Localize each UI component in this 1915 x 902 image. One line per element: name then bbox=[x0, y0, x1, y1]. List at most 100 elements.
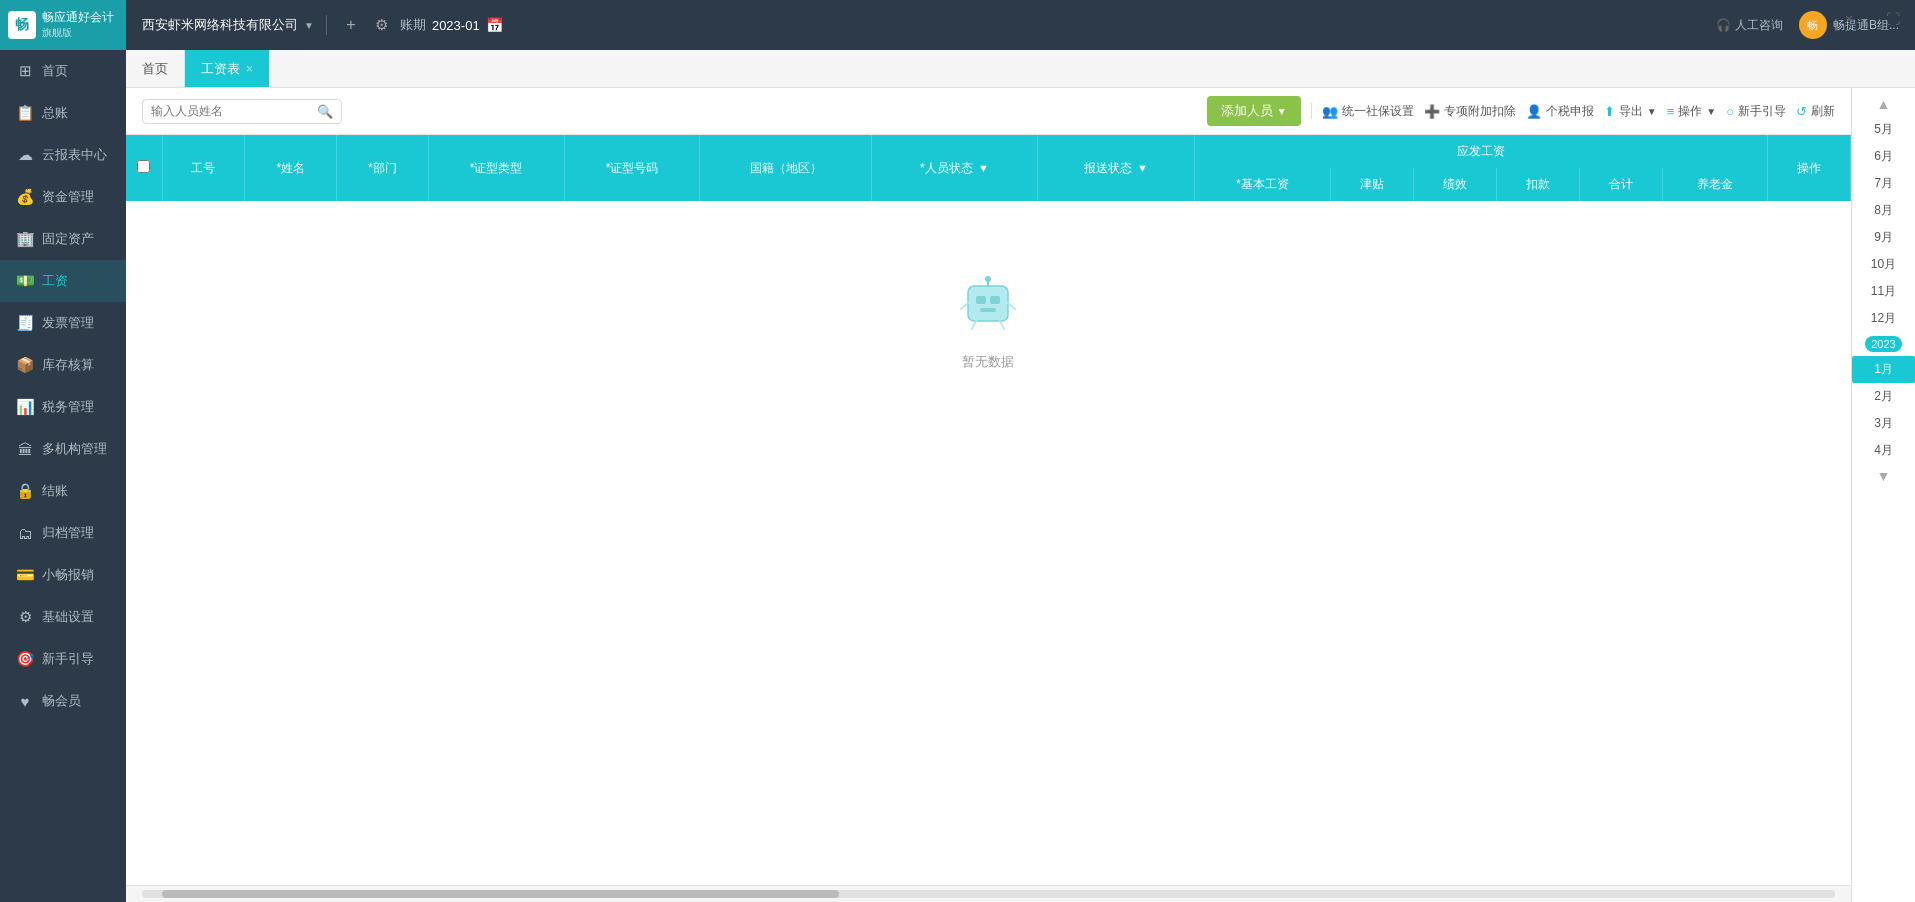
tab-salary-table[interactable]: 工资表× bbox=[185, 50, 270, 87]
sidebar-item-member[interactable]: ♥畅会员 bbox=[0, 680, 126, 722]
empty-text: 暂无数据 bbox=[962, 353, 1014, 371]
scrollbar-thumb[interactable] bbox=[162, 890, 839, 898]
export-action[interactable]: ⬆ 导出 ▼ bbox=[1604, 103, 1657, 120]
tax-icon: 📊 bbox=[16, 398, 34, 416]
sidebar-item-multi-org[interactable]: 🏛多机构管理 bbox=[0, 428, 126, 470]
sidebar-item-label-tax: 税务管理 bbox=[42, 398, 94, 416]
content-with-panel: 🔍 添加人员 ▼ 👥 统一社保设置 ➕ bbox=[126, 88, 1915, 902]
sidebar-item-salary[interactable]: 💵工资 bbox=[0, 260, 126, 302]
sidebar-item-tax[interactable]: 📊 税务管理 bbox=[0, 386, 126, 428]
month-item-6[interactable]: 6月 bbox=[1852, 143, 1915, 170]
sidebar-item-invoice[interactable]: 🧾发票管理 bbox=[0, 302, 126, 344]
month-up-arrow[interactable]: ▲ bbox=[1852, 92, 1915, 116]
sidebar-item-label-guide: 新手引导 bbox=[42, 650, 94, 668]
col-checkbox[interactable] bbox=[126, 135, 162, 201]
logo-icon: 畅 bbox=[8, 11, 36, 39]
header-period: 账期 2023-01 📅 bbox=[400, 16, 503, 34]
toolbar-right: 添加人员 ▼ 👥 统一社保设置 ➕ 专项附加扣除 bbox=[1207, 96, 1835, 126]
month-item-2[interactable]: 2月 bbox=[1852, 383, 1915, 410]
sidebar-item-label-home: 首页 bbox=[42, 62, 68, 80]
social-icon: 👥 bbox=[1322, 104, 1338, 119]
add-person-label: 添加人员 bbox=[1221, 102, 1273, 120]
close-button[interactable]: × bbox=[1827, 0, 1871, 38]
month-item-12[interactable]: 12月 bbox=[1852, 305, 1915, 332]
search-input[interactable] bbox=[151, 104, 317, 118]
svg-line-8 bbox=[972, 321, 976, 329]
month-item-11[interactable]: 11月 bbox=[1852, 278, 1915, 305]
maximize-button[interactable]: ⛶ bbox=[1871, 0, 1915, 38]
guide-action[interactable]: ○ 新手引导 bbox=[1726, 103, 1786, 120]
refresh-action[interactable]: ↺ 刷新 bbox=[1796, 103, 1835, 120]
month-down-arrow[interactable]: ▼ bbox=[1852, 464, 1915, 488]
company-selector[interactable]: 西安虾米网络科技有限公司 ▼ bbox=[142, 16, 314, 34]
month-item-9[interactable]: 9月 bbox=[1852, 224, 1915, 251]
personal-tax-action[interactable]: 👤 个税申报 bbox=[1526, 103, 1594, 120]
tab-home[interactable]: 首页 bbox=[126, 50, 185, 87]
toolbar: 🔍 添加人员 ▼ 👥 统一社保设置 ➕ bbox=[126, 88, 1851, 135]
export-label: 导出 bbox=[1619, 103, 1643, 120]
social-settings-action[interactable]: 👥 统一社保设置 bbox=[1322, 103, 1414, 120]
svg-line-9 bbox=[1000, 321, 1004, 329]
header-add-button[interactable]: + bbox=[339, 13, 363, 37]
tab-label-home: 首页 bbox=[142, 60, 168, 78]
month-item-4[interactable]: 4月 bbox=[1852, 437, 1915, 464]
special-deduct-action[interactable]: ➕ 专项附加扣除 bbox=[1424, 103, 1516, 120]
sidebar-item-expense[interactable]: 💳小畅报销 bbox=[0, 554, 126, 596]
select-all-checkbox[interactable] bbox=[137, 160, 150, 173]
operations-icon: ≡ bbox=[1667, 104, 1675, 119]
sidebar-item-ledger[interactable]: 📋总账 bbox=[0, 92, 126, 134]
sidebar-item-inventory[interactable]: 📦库存核算 bbox=[0, 344, 126, 386]
sidebar-nav: ⊞首页📋总账☁云报表中心💰资金管理🏢固定资产💵工资🧾发票管理📦库存核算 📊 税务管理… bbox=[0, 50, 126, 902]
svg-rect-0 bbox=[968, 286, 1008, 321]
month-item-7[interactable]: 7月 bbox=[1852, 170, 1915, 197]
sidebar-item-label-salary: 工资 bbox=[42, 272, 68, 290]
operations-arrow-icon: ▼ bbox=[1706, 106, 1716, 117]
sidebar-item-label-fixed-assets: 固定资产 bbox=[42, 230, 94, 248]
calendar-icon[interactable]: 📅 bbox=[486, 17, 503, 33]
month-item-3[interactable]: 3月 bbox=[1852, 410, 1915, 437]
col-id-num: *证型号码 bbox=[564, 135, 700, 201]
sidebar-item-cloud-report[interactable]: ☁云报表中心 bbox=[0, 134, 126, 176]
service-button[interactable]: 🎧 人工咨询 bbox=[1716, 17, 1783, 34]
header-setting-button[interactable]: ⚙ bbox=[375, 16, 388, 34]
month-item-1[interactable]: 1月 bbox=[1852, 356, 1915, 383]
col-operations: 操作 bbox=[1767, 135, 1850, 201]
sidebar-item-fund[interactable]: 💰资金管理 bbox=[0, 176, 126, 218]
operations-action[interactable]: ≡ 操作 ▼ bbox=[1667, 103, 1717, 120]
empty-cell: 暂无数据 bbox=[126, 201, 1851, 431]
social-label: 统一社保设置 bbox=[1342, 103, 1414, 120]
month-panel: ▲ 5月 6月 7月 8月 9月 10月 11月 12月 2023 1月 2月 … bbox=[1851, 88, 1915, 902]
sidebar-item-label-close: 结账 bbox=[42, 482, 68, 500]
guide-icon: ○ bbox=[1726, 104, 1734, 119]
add-person-button[interactable]: 添加人员 ▼ bbox=[1207, 96, 1301, 126]
scrollbar-track[interactable] bbox=[142, 890, 1835, 898]
add-person-dropdown-icon: ▼ bbox=[1277, 106, 1287, 117]
month-item-8[interactable]: 8月 bbox=[1852, 197, 1915, 224]
report-status-filter-icon[interactable]: ▼ bbox=[1137, 162, 1148, 174]
col-person-status: *人员状态 ▼ bbox=[871, 135, 1037, 201]
table-wrap: 工号 *姓名 *部门 *证型类型 *证型号码 国籍（地区） *人员状态 ▼ 报送… bbox=[126, 135, 1851, 885]
tax-icon: 👤 bbox=[1526, 104, 1542, 119]
sidebar-item-guide[interactable]: 🎯新手引导 bbox=[0, 638, 126, 680]
empty-icon bbox=[948, 261, 1028, 341]
tab-close-salary-table[interactable]: × bbox=[246, 62, 253, 76]
window-controls: × ⛶ bbox=[1827, 0, 1915, 38]
sidebar-item-close[interactable]: 🔒结账 bbox=[0, 470, 126, 512]
search-icon: 🔍 bbox=[317, 104, 333, 119]
col-name: *姓名 bbox=[245, 135, 337, 201]
search-wrap[interactable]: 🔍 bbox=[142, 99, 342, 124]
main-area: 西安虾米网络科技有限公司 ▼ + ⚙ 账期 2023-01 📅 🎧 人工咨询 畅… bbox=[126, 0, 1915, 902]
col-deduct: 扣款 bbox=[1496, 168, 1579, 201]
col-pension: 养老金 bbox=[1662, 168, 1767, 201]
sidebar-item-fixed-assets[interactable]: 🏢固定资产 bbox=[0, 218, 126, 260]
person-status-filter-icon[interactable]: ▼ bbox=[978, 162, 989, 174]
svg-line-6 bbox=[961, 303, 968, 309]
sidebar-item-home[interactable]: ⊞首页 bbox=[0, 50, 126, 92]
deduct-icon: ➕ bbox=[1424, 104, 1440, 119]
logo-sub: 旗舰版 bbox=[42, 26, 114, 40]
sidebar: 畅 畅应通好会计 旗舰版 ⊞首页📋总账☁云报表中心💰资金管理🏢固定资产💵工资🧾发… bbox=[0, 0, 126, 902]
month-item-5[interactable]: 5月 bbox=[1852, 116, 1915, 143]
sidebar-item-archive[interactable]: 🗂归档管理 bbox=[0, 512, 126, 554]
sidebar-item-settings[interactable]: ⚙基础设置 bbox=[0, 596, 126, 638]
month-item-10[interactable]: 10月 bbox=[1852, 251, 1915, 278]
